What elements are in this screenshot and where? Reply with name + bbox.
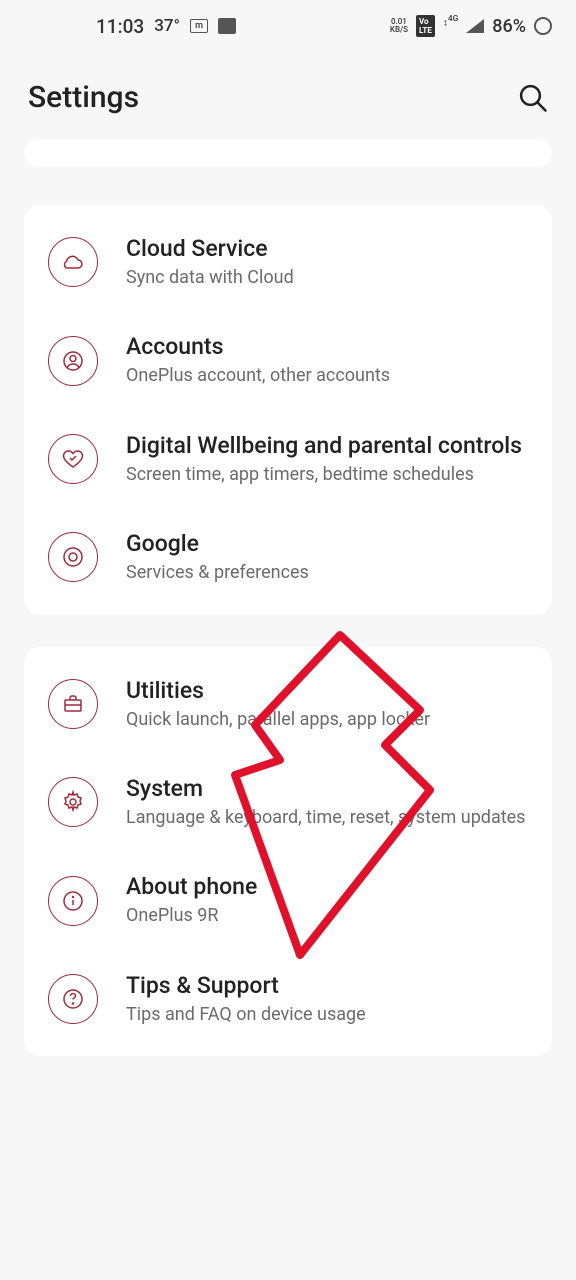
item-title: Tips & Support [126,972,528,999]
list-item-system[interactable]: System Language & keyboard, time, reset,… [24,753,552,851]
m-icon: m [190,19,208,33]
item-title: Accounts [126,333,528,360]
network-4g-icon: ↕4G [443,14,458,28]
google-icon [48,532,98,582]
signal-icon [466,19,484,33]
item-subtitle: Quick launch, parallel apps, app locker [126,708,528,731]
item-subtitle: Services & preferences [126,561,528,584]
cloud-icon [48,237,98,287]
item-title: Google [126,530,528,557]
list-item-about-phone[interactable]: About phone OnePlus 9R [24,851,552,949]
list-item-accounts[interactable]: Accounts OnePlus account, other accounts [24,311,552,409]
list-item-tips-support[interactable]: Tips & Support Tips and FAQ on device us… [24,950,552,1048]
battery-ring-icon [534,17,552,35]
data-speed-indicator: 0.01 KB/S [390,18,408,34]
list-item-google[interactable]: Google Services & preferences [24,508,552,606]
header: Settings [0,52,576,139]
accounts-icon [48,336,98,386]
volte-icon: VoLTE [416,15,435,37]
item-title: System [126,775,528,802]
item-subtitle: Tips and FAQ on device usage [126,1003,528,1026]
item-title: Digital Wellbeing and parental controls [126,432,528,459]
list-item-cloud-service[interactable]: Cloud Service Sync data with Cloud [24,213,552,311]
info-icon [48,876,98,926]
status-temperature: 37° [154,16,180,36]
status-bar: 11:03 37° m 0.01 KB/S VoLTE ↕4G 86% [0,0,576,52]
item-subtitle: OnePlus account, other accounts [126,364,528,387]
settings-group-system: Utilities Quick launch, parallel apps, a… [24,647,552,1057]
question-icon [48,974,98,1024]
item-title: About phone [126,873,528,900]
item-title: Utilities [126,677,528,704]
page-title: Settings [28,80,139,115]
settings-group-services: Cloud Service Sync data with Cloud Accou… [24,205,552,615]
heart-icon [48,434,98,484]
search-icon [518,83,548,113]
search-button[interactable] [518,83,548,113]
list-item-utilities[interactable]: Utilities Quick launch, parallel apps, a… [24,655,552,753]
item-subtitle: Language & keyboard, time, reset, system… [126,806,528,829]
item-title: Cloud Service [126,235,528,262]
briefcase-icon [48,679,98,729]
battery-percentage: 86% [492,16,526,37]
prev-group-card [24,139,552,167]
list-item-digital-wellbeing[interactable]: Digital Wellbeing and parental controls … [24,410,552,508]
photo-icon [218,18,236,34]
item-subtitle: Screen time, app timers, bedtime schedul… [126,463,528,486]
item-subtitle: Sync data with Cloud [126,266,528,289]
status-time: 11:03 [96,15,144,38]
gear-icon [48,777,98,827]
item-subtitle: OnePlus 9R [126,904,528,927]
